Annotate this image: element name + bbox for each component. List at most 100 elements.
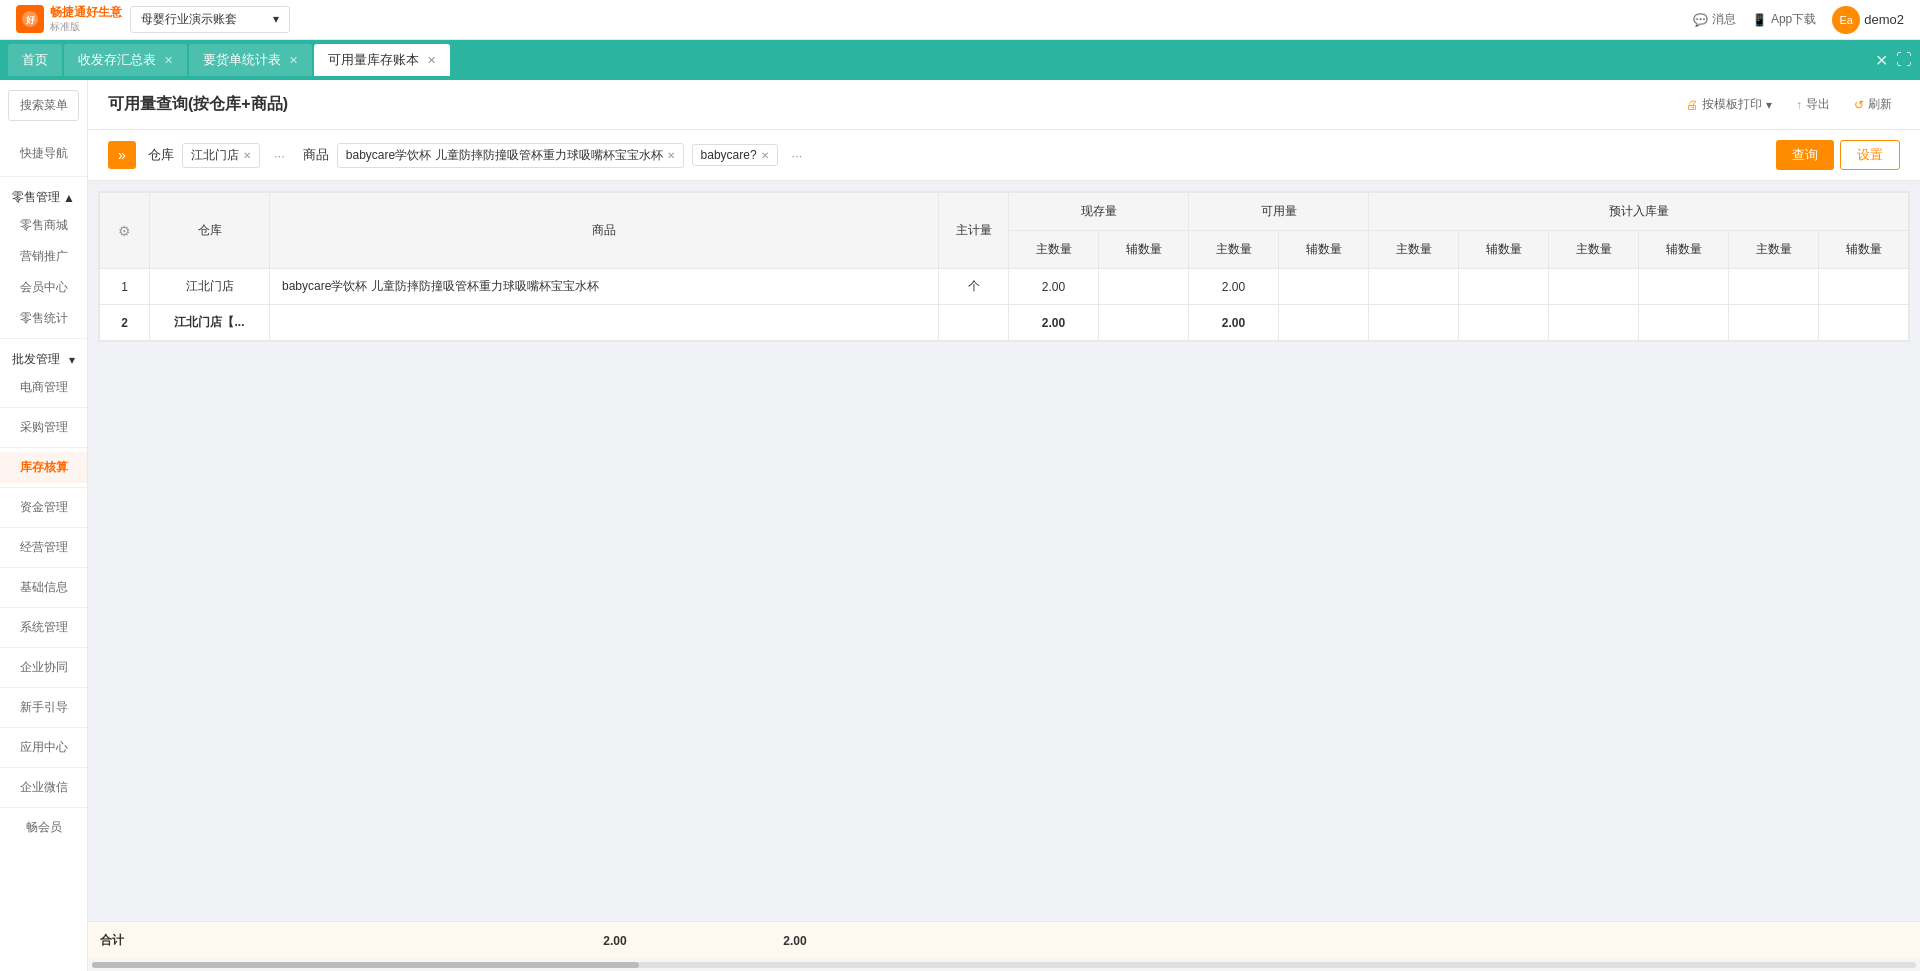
page-actions: 🖨 按模板打印 ▾ ↑ 导出 ↺ 刷新 [1678, 92, 1900, 117]
tab-order-stats[interactable]: 要货单统计表 ✕ [189, 44, 312, 76]
sidebar-item-enterprise[interactable]: 企业协同 [0, 652, 87, 683]
product-tag-1-close[interactable]: ✕ [667, 150, 675, 161]
tab-available-ledger[interactable]: 可用量库存账本 ✕ [314, 44, 450, 76]
td-stock-aux [1099, 305, 1189, 341]
sidebar-item-retail-stats[interactable]: 零售统计 [0, 303, 87, 334]
product-tag-1-text: babycare学饮杯 儿童防摔防撞吸管杯重力球吸嘴杯宝宝水杯 [346, 147, 663, 164]
sidebar-retail-title[interactable]: 零售管理 ▲ [0, 181, 87, 210]
filter-expand-btn[interactable]: » [108, 141, 136, 169]
export-btn[interactable]: ↑ 导出 [1788, 92, 1838, 117]
logo-text-block: 畅捷通好生意 标准版 [50, 5, 122, 33]
td-inbound-aux [1639, 305, 1729, 341]
tab-order-stats-label: 要货单统计表 [203, 51, 281, 69]
table-row: 1江北门店babycare学饮杯 儿童防摔防撞吸管杯重力球吸嘴杯宝宝水杯个2.0… [100, 269, 1909, 305]
table-body: 1江北门店babycare学饮杯 儿童防摔防撞吸管杯重力球吸嘴杯宝宝水杯个2.0… [100, 269, 1909, 341]
td-inbound-main [1549, 305, 1639, 341]
tab-home[interactable]: 首页 [8, 44, 62, 76]
tab-receipt-summary[interactable]: 收发存汇总表 ✕ [64, 44, 187, 76]
sidebar-item-retail-store[interactable]: 零售商城 [0, 210, 87, 241]
sidebar-item-vip[interactable]: 畅会员 [0, 812, 87, 843]
td-unit [939, 305, 1009, 341]
query-btn[interactable]: 查询 [1776, 140, 1834, 170]
sidebar-item-purchase[interactable]: 采购管理 [0, 412, 87, 443]
user-profile[interactable]: Ea demo2 [1832, 6, 1904, 34]
sidebar-item-finance[interactable]: 资金管理 [0, 492, 87, 523]
refresh-btn[interactable]: ↺ 刷新 [1846, 92, 1900, 117]
print-arrow-icon: ▾ [1766, 98, 1772, 112]
close-all-tabs-btn[interactable]: ✕ [1875, 51, 1888, 70]
page-title: 可用量查询(按仓库+商品) [108, 94, 288, 115]
th-gear[interactable]: ⚙ [100, 193, 150, 269]
content-area: 可用量查询(按仓库+商品) 🖨 按模板打印 ▾ ↑ 导出 ↺ 刷新 [88, 80, 1920, 971]
tab-order-stats-close[interactable]: ✕ [289, 54, 298, 67]
warehouse-tag-close[interactable]: ✕ [243, 150, 251, 161]
product-tag-1[interactable]: babycare学饮杯 儿童防摔防撞吸管杯重力球吸嘴杯宝宝水杯 ✕ [337, 143, 684, 168]
tab-receipt-summary-label: 收发存汇总表 [78, 51, 156, 69]
td-purchase-aux [1459, 305, 1549, 341]
td-available-aux [1279, 305, 1369, 341]
td-stock-aux [1099, 269, 1189, 305]
tab-bar-right: ✕ ⛶ [1875, 51, 1912, 70]
td-production-aux [1819, 305, 1909, 341]
sidebar-item-system[interactable]: 系统管理 [0, 612, 87, 643]
sidebar-item-members[interactable]: 会员中心 [0, 272, 87, 303]
print-btn[interactable]: 🖨 按模板打印 ▾ [1678, 92, 1780, 117]
scrollbar-area[interactable] [88, 959, 1920, 971]
tab-receipt-summary-close[interactable]: ✕ [164, 54, 173, 67]
sidebar-item-marketing[interactable]: 营销推广 [0, 241, 87, 272]
sidebar-item-inventory[interactable]: 库存核算 [0, 452, 87, 483]
expand-icon: » [118, 147, 126, 163]
td-available-aux [1279, 269, 1369, 305]
sidebar-item-newbie[interactable]: 新手引导 [0, 692, 87, 723]
sidebar-item-wechat-work[interactable]: 企业微信 [0, 772, 87, 803]
td-warehouse: 江北门店【... [150, 305, 270, 341]
td-product: babycare学饮杯 儿童防摔防撞吸管杯重力球吸嘴杯宝宝水杯 [270, 269, 939, 305]
td-available-main: 2.00 [1189, 305, 1279, 341]
logo-subtitle: 标准版 [50, 20, 122, 34]
warehouse-tag-jiangbei[interactable]: 江北门店 ✕ [182, 143, 260, 168]
product-tag-2[interactable]: babycare? ✕ [692, 144, 778, 166]
message-label: 消息 [1712, 11, 1736, 28]
warehouse-filter-label: 仓库 [148, 146, 174, 164]
product-filter-group: 商品 babycare学饮杯 儿童防摔防撞吸管杯重力球吸嘴杯宝宝水杯 ✕ bab… [303, 143, 809, 168]
warehouse-tag-text: 江北门店 [191, 147, 239, 164]
scroll-thumb[interactable] [92, 962, 639, 968]
scroll-track[interactable] [92, 962, 1916, 968]
tab-available-ledger-label: 可用量库存账本 [328, 51, 419, 69]
tenant-selector[interactable]: 母婴行业演示账套 ▾ [130, 6, 290, 33]
settings-btn[interactable]: 设置 [1840, 140, 1900, 170]
sidebar-item-ecommerce[interactable]: 电商管理 [0, 372, 87, 403]
top-bar-left: 好 畅捷通好生意 标准版 母婴行业演示账套 ▾ [16, 5, 290, 33]
warehouse-filter-group: 仓库 江北门店 ✕ ··· [148, 143, 291, 168]
table-area: ⚙ 仓库 商品 主计量 现存量 [88, 181, 1920, 921]
tab-available-ledger-close[interactable]: ✕ [427, 54, 436, 67]
sidebar-item-appstore[interactable]: 应用中心 [0, 732, 87, 763]
product-more-btn[interactable]: ··· [786, 145, 809, 166]
td-stock-main: 2.00 [1009, 305, 1099, 341]
product-tag-2-close[interactable]: ✕ [761, 150, 769, 161]
chevron-down-icon: ▾ [273, 12, 279, 26]
message-btn[interactable]: 💬 消息 [1693, 11, 1736, 28]
top-bar: 好 畅捷通好生意 标准版 母婴行业演示账套 ▾ 💬 消息 📱 App下载 Ea … [0, 0, 1920, 40]
warehouse-more-btn[interactable]: ··· [268, 145, 291, 166]
username-label: demo2 [1864, 12, 1904, 27]
app-download-btn[interactable]: 📱 App下载 [1752, 11, 1816, 28]
product-filter-label: 商品 [303, 146, 329, 164]
footer-available-main: 2.00 [750, 934, 840, 948]
print-icon: 🖨 [1686, 98, 1698, 112]
sidebar-section-appstore: 应用中心 [0, 727, 87, 767]
sidebar-item-operations[interactable]: 经营管理 [0, 532, 87, 563]
td-serial: 1 [100, 269, 150, 305]
tab-home-label: 首页 [22, 51, 48, 69]
sidebar-search-area: 搜索菜单 [0, 80, 87, 131]
svg-text:好: 好 [25, 15, 36, 25]
data-table: ⚙ 仓库 商品 主计量 现存量 [99, 192, 1909, 341]
td-unit: 个 [939, 269, 1009, 305]
sidebar-wholesale-title[interactable]: 批发管理 ▾ [0, 343, 87, 372]
sidebar-item-basic-info[interactable]: 基础信息 [0, 572, 87, 603]
sidebar-quick-nav[interactable]: 快捷导航 [0, 137, 87, 170]
expand-btn[interactable]: ⛶ [1896, 51, 1912, 69]
search-menu-btn[interactable]: 搜索菜单 [8, 90, 79, 121]
table-footer: 合计 2.00 2.00 [88, 921, 1920, 959]
td-product [270, 305, 939, 341]
